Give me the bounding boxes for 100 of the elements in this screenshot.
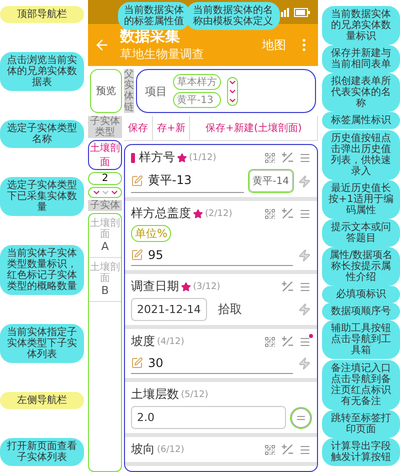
child-code: A bbox=[101, 240, 109, 253]
plus-minus-button[interactable] bbox=[281, 443, 294, 456]
child-item[interactable]: 土壤剖面 A bbox=[89, 214, 121, 258]
annotation-callout: 当前实体子实体类型数量标识，红色标记子实体类型的概略数量 bbox=[0, 245, 84, 295]
note-dot bbox=[309, 334, 313, 338]
sidebar-header: 子实体类型 bbox=[88, 116, 122, 138]
annotation-callout: 当前数据实体的名称由模板实体定义 bbox=[186, 2, 280, 30]
menu-icon bbox=[299, 280, 311, 292]
parent-chain-label: 父实体链 bbox=[124, 69, 134, 113]
menu-button[interactable] bbox=[299, 208, 311, 220]
field-label: 土壤层数 bbox=[131, 386, 179, 403]
back-icon[interactable] bbox=[94, 37, 110, 53]
plus-minus-icon bbox=[281, 151, 294, 164]
field-label: 样方总盖度 bbox=[131, 205, 191, 222]
annotation-callout: 当前数据实体的标签属性值 bbox=[118, 2, 190, 30]
menu-button[interactable] bbox=[299, 336, 311, 348]
text-input[interactable]: 30 bbox=[131, 353, 293, 374]
field-order: (3/12) bbox=[193, 282, 220, 292]
plus-minus-icon bbox=[281, 335, 294, 348]
plus-minus-button[interactable] bbox=[281, 151, 294, 164]
annotation-callout: 拟创建表单所代表实体的名称 bbox=[322, 73, 400, 112]
text-input[interactable]: 95 bbox=[131, 245, 293, 266]
pick-button[interactable]: 拾取 bbox=[212, 300, 293, 319]
tag-value: 黄平-13 bbox=[173, 92, 221, 108]
battery-icon bbox=[294, 8, 310, 16]
annotation-callout: 备注填记入口点击导航到备注页红点标识有无备注 bbox=[322, 360, 400, 410]
menu-button[interactable] bbox=[299, 152, 311, 164]
menu-icon bbox=[299, 336, 311, 348]
lightning-icon[interactable] bbox=[298, 357, 311, 370]
annotation-callout: 计算导出字段触发计算按钮 bbox=[322, 438, 400, 466]
annotation-callout: 辅助工具按钮点击导航到工具箱 bbox=[322, 320, 400, 360]
plus-minus-icon bbox=[281, 280, 294, 293]
qr-code-icon bbox=[264, 444, 276, 456]
text-input[interactable]: 黄平-13 bbox=[131, 169, 244, 193]
annotation-callout: 选定子实体类型下已采集实体数量 bbox=[0, 177, 84, 216]
field-order: (2/12) bbox=[205, 208, 232, 218]
hint-text: 单位% bbox=[131, 225, 172, 242]
edit-icon bbox=[131, 174, 143, 186]
annotation-callout: 跳转至标签打印页面 bbox=[322, 410, 400, 438]
qr-code-button[interactable] bbox=[264, 208, 276, 220]
qr-code-button[interactable] bbox=[264, 336, 276, 348]
sidebar-header: 子实体 bbox=[88, 200, 122, 211]
qr-code-icon bbox=[264, 208, 276, 220]
app-subtitle: 草地生物量调查 bbox=[120, 46, 205, 63]
qr-code-button[interactable] bbox=[264, 444, 276, 456]
annotation-callout: 属性/数据项名称长按提示属性介绍 bbox=[322, 246, 400, 286]
annotation-callout: 左侧导航栏 bbox=[0, 392, 84, 409]
plus-minus-icon bbox=[281, 207, 294, 220]
field-order: (1/12) bbox=[189, 152, 216, 162]
field-label: 调查日期 bbox=[131, 278, 179, 295]
annotation-callout: 点击浏览当前实体的兄弟实体数据表 bbox=[0, 52, 84, 91]
annotation-callout: 选定子实体类型名称 bbox=[0, 120, 84, 148]
plus-minus-button[interactable] bbox=[281, 280, 294, 293]
plus-minus-icon bbox=[281, 443, 294, 456]
field-label: 坡度 bbox=[131, 333, 155, 350]
qr-code-icon bbox=[264, 336, 276, 348]
child-item[interactable]: 土壤剖面 B bbox=[89, 258, 121, 302]
field-order: (6/12) bbox=[157, 444, 184, 454]
edit-icon bbox=[131, 249, 143, 261]
annotation-callout: 数据项顺序号 bbox=[322, 303, 400, 320]
field-label: 样方号 bbox=[139, 149, 175, 166]
annotation-callout: 必填项标识 bbox=[322, 286, 400, 304]
history-value-button[interactable]: 黄平-14 bbox=[248, 170, 293, 192]
menu-icon bbox=[299, 444, 311, 456]
field-order: (5/12) bbox=[181, 390, 208, 400]
child-name: 土壤剖面 bbox=[89, 218, 121, 240]
lightning-icon[interactable] bbox=[298, 249, 311, 262]
annotation-callout: 当前实体指定子实体类型下子实体列表 bbox=[0, 324, 84, 363]
date-field[interactable]: 2021-12-14 bbox=[131, 298, 207, 321]
annotation-callout: 顶部导航栏 bbox=[0, 6, 84, 23]
menu-button[interactable] bbox=[299, 444, 311, 456]
child-type-item[interactable]: 土壤剖面 bbox=[88, 140, 122, 170]
annotation-callout: 最近历史值长按+1适用于编码属性 bbox=[322, 180, 400, 219]
preview-button[interactable]: 预览 bbox=[90, 69, 122, 113]
qr-code-icon bbox=[264, 152, 276, 164]
signal-icon bbox=[278, 8, 290, 16]
lightning-icon[interactable] bbox=[298, 303, 311, 316]
annotation-callout: 提示文本或问答题目 bbox=[322, 218, 400, 247]
qr-code-button[interactable] bbox=[264, 152, 276, 164]
plus-minus-button[interactable] bbox=[281, 207, 294, 220]
menu-icon bbox=[299, 152, 311, 164]
annotation-callout: 标签属性标识 bbox=[322, 112, 400, 130]
child-count: 2 bbox=[88, 172, 122, 185]
annotation-callout: 当前数据实体的兄弟实体数量标识 bbox=[322, 6, 400, 45]
child-code: B bbox=[101, 284, 109, 297]
calculate-button[interactable] bbox=[291, 408, 311, 428]
field-label: 坡向 bbox=[131, 441, 155, 458]
root-entity[interactable]: 项目 bbox=[145, 84, 167, 98]
number-input[interactable]: 2.0 bbox=[131, 406, 286, 429]
annotation-callout: 打开新页面查看子实体列表 bbox=[0, 438, 84, 466]
annotation-callout: 保存并新建与当前相同表单 bbox=[322, 45, 400, 74]
entity-name: 草本样方 bbox=[173, 74, 221, 90]
edit-icon bbox=[131, 357, 143, 369]
field-order: (4/12) bbox=[157, 336, 184, 346]
lightning-icon[interactable] bbox=[298, 174, 311, 188]
plus-minus-button[interactable] bbox=[281, 335, 294, 348]
menu-button[interactable] bbox=[299, 280, 311, 292]
child-name: 土壤剖面 bbox=[89, 262, 121, 284]
annotation-callout: 历史值按钮点击弹出历史值列表，供快速录入 bbox=[322, 130, 400, 180]
menu-icon bbox=[299, 208, 311, 220]
